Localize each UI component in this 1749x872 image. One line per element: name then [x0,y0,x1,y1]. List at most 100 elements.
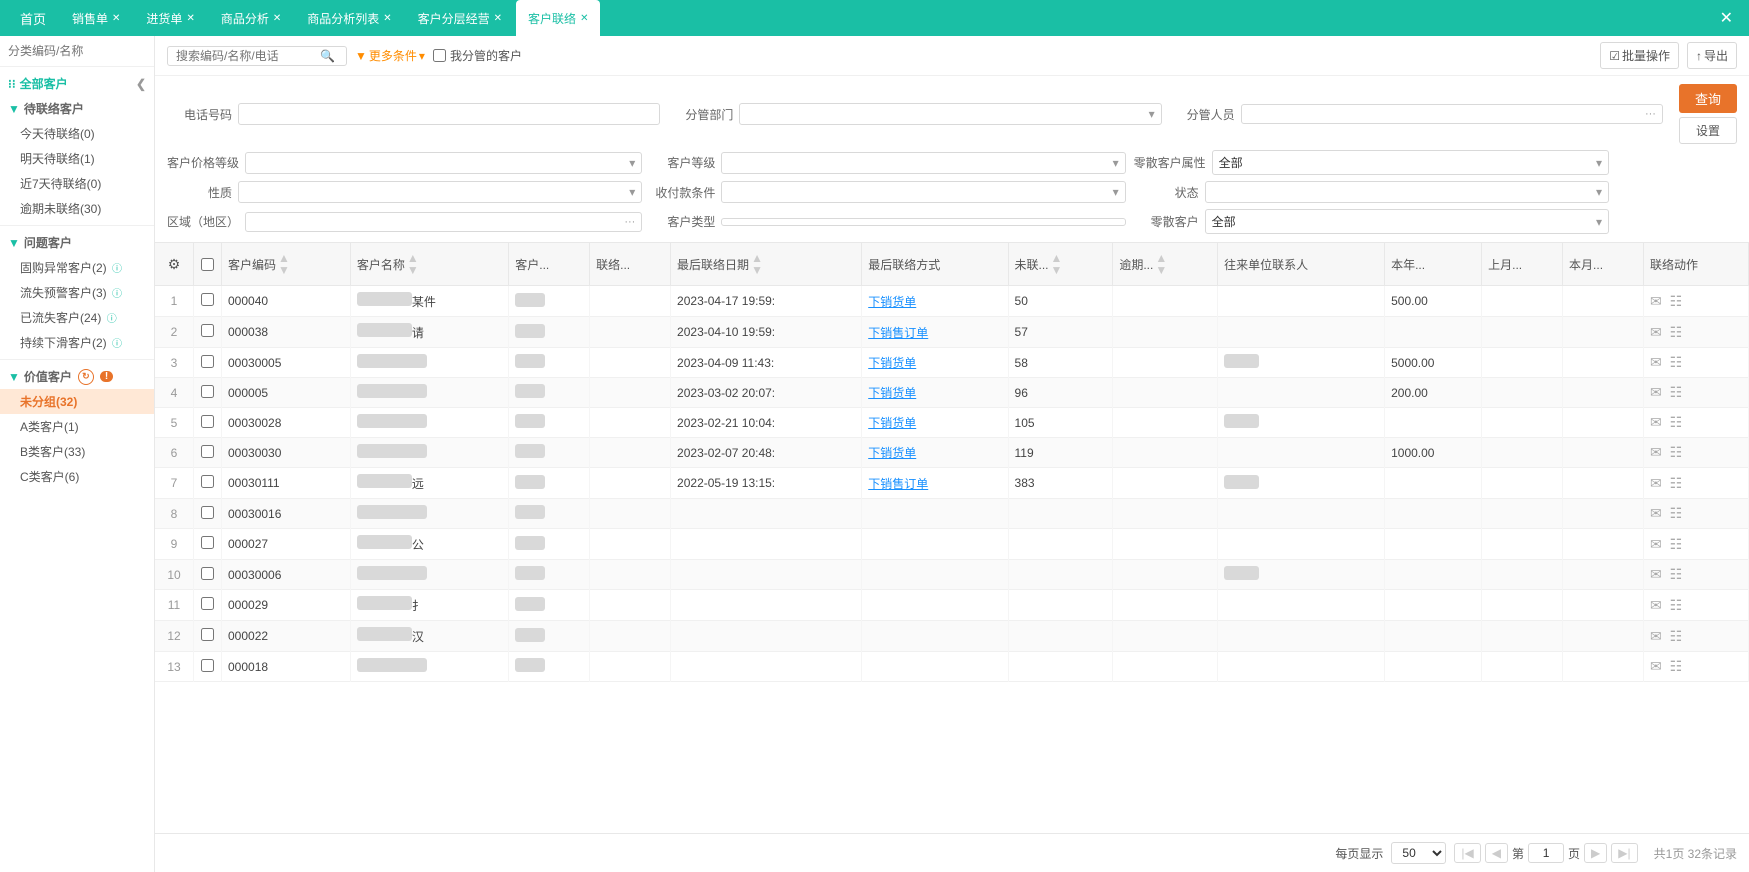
sidebar-item-overdue[interactable]: 逾期未联络(30) [0,196,154,221]
chat-icon[interactable]: ✉ [1650,444,1662,461]
grid-action-icon[interactable]: ☷ [1670,628,1683,645]
sidebar-item-loss-warning[interactable]: 流失预警客户(3) ⓘ [0,280,154,305]
sidebar-group-pending[interactable]: ▼ 待联络客户 [0,96,154,121]
sidebar-item-today[interactable]: 今天待联络(0) [0,121,154,146]
close-purchase-tab-icon[interactable]: ✕ [186,13,194,24]
row-check[interactable] [201,597,214,610]
sidebar-item-ungroup[interactable]: 未分组(32) [0,389,154,414]
chat-icon[interactable]: ✉ [1650,597,1662,614]
query-button[interactable]: 查询 [1679,84,1737,113]
chat-icon[interactable]: ✉ [1650,324,1662,341]
dept-select[interactable]: ▾ [739,103,1161,125]
status-select[interactable]: ▾ [1205,181,1609,203]
retail-attr-select[interactable]: 全部 ▾ [1212,150,1609,175]
row-check[interactable] [201,536,214,549]
row-check[interactable] [201,293,214,306]
export-btn[interactable]: ↑ 导出 [1687,42,1737,69]
grid-action-icon[interactable]: ☷ [1670,384,1683,401]
grid-action-icon[interactable]: ☷ [1670,505,1683,522]
payment-select[interactable]: ▾ [721,181,1125,203]
phone-input[interactable] [238,103,660,125]
chat-icon[interactable]: ✉ [1650,475,1662,492]
first-page-btn[interactable]: |◀ [1454,843,1480,863]
select-all-checkbox[interactable] [201,258,214,271]
sidebar-item-declining[interactable]: 持续下滑客户(2) ⓘ [0,330,154,355]
row-check[interactable] [201,506,214,519]
grid-action-icon[interactable]: ☷ [1670,444,1683,461]
last-way-link[interactable]: 下销售订单 [868,477,928,491]
batch-operation-btn[interactable]: ☑ 批量操作 [1600,42,1679,69]
grid-action-icon[interactable]: ☷ [1670,658,1683,675]
tab-analysis-list[interactable]: 商品分析列表 ✕ [295,0,403,36]
window-close-icon[interactable]: ✕ [1712,8,1741,28]
last-way-link[interactable]: 下销货单 [868,416,916,430]
last-way-link[interactable]: 下销货单 [868,356,916,370]
grid-action-icon[interactable]: ☷ [1670,566,1683,583]
row-check[interactable] [201,355,214,368]
my-customers-check[interactable] [433,49,446,62]
home-tab[interactable]: 首页 [8,9,58,28]
last-page-btn[interactable]: ▶| [1611,843,1637,863]
customer-level-select[interactable]: ▾ [721,152,1125,174]
next-page-btn[interactable]: ▶ [1584,843,1607,863]
sidebar-collapse-icon[interactable]: ❮ [136,77,146,91]
sidebar-item-abnormal[interactable]: 固购异常客户(2) ⓘ [0,255,154,280]
page-input[interactable] [1528,843,1564,863]
row-check[interactable] [201,475,214,488]
row-check[interactable] [201,385,214,398]
my-customers-checkbox[interactable]: 我分管的客户 [433,47,522,64]
refresh-icon-value[interactable]: ↻ [78,369,94,385]
manager-select[interactable]: ··· [1241,104,1663,124]
grid-action-icon[interactable]: ☷ [1670,324,1683,341]
chat-icon[interactable]: ✉ [1650,414,1662,431]
chat-icon[interactable]: ✉ [1650,505,1662,522]
last-way-link[interactable]: 下销货单 [868,446,916,460]
tab-purchase[interactable]: 进货单 ✕ [134,0,206,36]
sidebar-group-problem[interactable]: ▼ 问题客户 [0,230,154,255]
row-check[interactable] [201,324,214,337]
close-sales-tab-icon[interactable]: ✕ [112,13,120,24]
tab-sales[interactable]: 销售单 ✕ [60,0,132,36]
th-last-date[interactable]: 最后联络日期▲▼ [671,243,862,286]
row-check[interactable] [201,415,214,428]
more-conditions-btn[interactable]: ▼ 更多条件 ▾ [355,47,425,64]
row-check[interactable] [201,659,214,672]
sidebar-group-value[interactable]: ▼ 价值客户 ↻ ! [0,364,154,389]
settings-icon[interactable]: ⚙ [161,251,187,277]
sidebar-item-b[interactable]: B类客户(33) [0,439,154,464]
chat-icon[interactable]: ✉ [1650,566,1662,583]
price-level-select[interactable]: ▾ [245,152,642,174]
nature-select[interactable]: ▾ [238,181,642,203]
prev-page-btn[interactable]: ◀ [1485,843,1508,863]
chat-icon[interactable]: ✉ [1650,628,1662,645]
sidebar-item-tomorrow[interactable]: 明天待联络(1) [0,146,154,171]
th-code[interactable]: 客户编码▲▼ [222,243,351,286]
sidebar-item-a[interactable]: A类客户(1) [0,414,154,439]
th-overdue[interactable]: 逾期...▲▼ [1113,243,1218,286]
grid-action-icon[interactable]: ☷ [1670,475,1683,492]
row-check[interactable] [201,567,214,580]
close-customer-layer-tab-icon[interactable]: ✕ [494,13,502,24]
retail-customer-select[interactable]: 全部 ▾ [1205,209,1609,234]
row-check[interactable] [201,628,214,641]
page-size-select[interactable]: 50 20 100 [1391,842,1446,864]
all-customers-header[interactable]: ⁝⁝ 全部客户 ❮ [0,67,154,96]
grid-action-icon[interactable]: ☷ [1670,293,1683,310]
search-icon[interactable]: 🔍 [320,49,335,63]
chat-icon[interactable]: ✉ [1650,354,1662,371]
grid-action-icon[interactable]: ☷ [1670,414,1683,431]
close-analysis-list-tab-icon[interactable]: ✕ [383,13,391,24]
th-name[interactable]: 客户名称▲▼ [350,243,508,286]
close-analysis-tab-icon[interactable]: ✕ [273,13,281,24]
sidebar-item-c[interactable]: C类客户(6) [0,464,154,489]
search-input[interactable] [176,49,316,63]
customer-type-select[interactable] [721,218,1125,226]
last-way-link[interactable]: 下销售订单 [868,326,928,340]
chat-icon[interactable]: ✉ [1650,384,1662,401]
grid-action-icon[interactable]: ☷ [1670,597,1683,614]
th-not-contact[interactable]: 未联...▲▼ [1008,243,1113,286]
sidebar-item-lost[interactable]: 已流失客户(24) ⓘ [0,305,154,330]
region-select[interactable]: ··· [245,212,642,232]
chat-icon[interactable]: ✉ [1650,293,1662,310]
tab-customer-layer[interactable]: 客户分层经营 ✕ [406,0,514,36]
